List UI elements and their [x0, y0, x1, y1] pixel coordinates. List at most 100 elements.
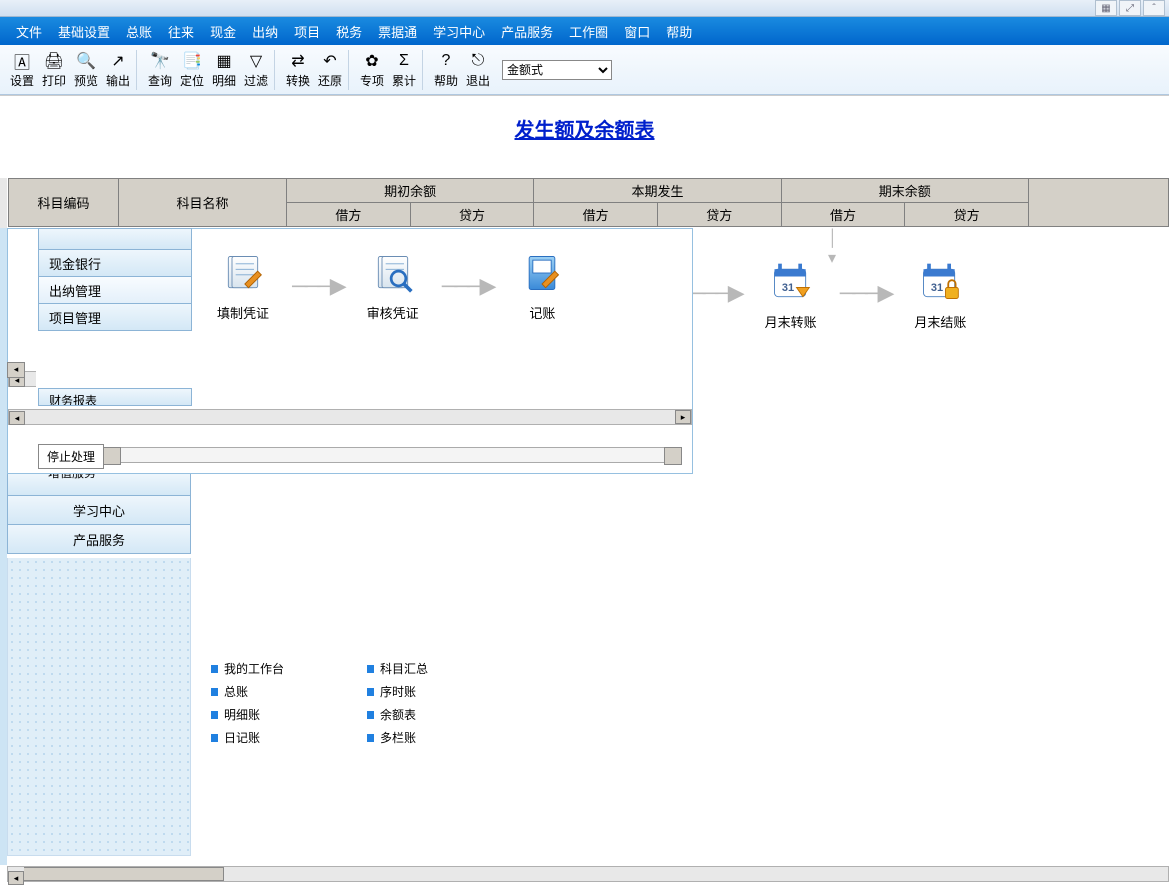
- bullet-icon: [208, 688, 218, 696]
- side-tab-cutoff[interactable]: 财务报表: [38, 388, 192, 406]
- amount-format-select[interactable]: 金额式: [502, 60, 612, 80]
- quicklink-label: 科目汇总: [380, 660, 428, 677]
- page-hscroll[interactable]: ◂: [7, 866, 1169, 882]
- grid-icon[interactable]: ▦: [1095, 0, 1117, 16]
- quicklink-label: 我的工作台: [224, 660, 284, 677]
- quicklink-多栏账[interactable]: 多栏账: [364, 729, 428, 746]
- amount-format-combo[interactable]: 金额式: [502, 59, 612, 81]
- tool-帮助[interactable]: ?帮助: [430, 47, 462, 93]
- bullet-icon: [364, 711, 374, 719]
- side-tab-项目管理[interactable]: 项目管理: [38, 303, 192, 331]
- quicklink-我的工作台[interactable]: 我的工作台: [208, 660, 284, 677]
- menu-5[interactable]: 出纳: [246, 18, 284, 45]
- scroll-thumb[interactable]: [24, 867, 224, 881]
- colgroup-opening: 期初余额: [287, 179, 534, 203]
- menu-4[interactable]: 现金: [204, 18, 242, 45]
- tool-累计[interactable]: Σ累计: [388, 47, 420, 93]
- menu-6[interactable]: 项目: [288, 18, 326, 45]
- overlay-hscroll[interactable]: ◂ ▸: [8, 409, 692, 425]
- tool-定位[interactable]: 📑定位: [176, 47, 208, 93]
- side-texture: [7, 558, 191, 856]
- tool-label: 预览: [74, 72, 98, 89]
- lower-side-学习中心[interactable]: 学习中心: [7, 495, 191, 525]
- menu-9[interactable]: 学习中心: [427, 18, 491, 45]
- menu-7[interactable]: 税务: [330, 18, 368, 45]
- workflow-overlay: 现金银行出纳管理项目管理 填制凭证───▶审核凭证───▶记账 ◂ ◂ ▸ 财务…: [7, 228, 693, 474]
- report-title-link[interactable]: 发生额及余额表: [515, 120, 655, 142]
- quicklink-label: 总账: [224, 683, 248, 700]
- menu-2[interactable]: 总账: [120, 18, 158, 45]
- lower-side-cutoff[interactable]: 增值服务: [7, 474, 191, 496]
- quick-links: 我的工作台总账明细账日记账 科目汇总序时账余额表多栏账: [208, 660, 428, 746]
- quicklink-序时账[interactable]: 序时账: [364, 683, 428, 700]
- flow-月末转账[interactable]: 月末转账: [756, 258, 826, 331]
- side-tab-blank[interactable]: [38, 228, 192, 250]
- col-subject-name: 科目名称: [119, 179, 287, 227]
- quicklink-余额表[interactable]: 余额表: [364, 706, 428, 723]
- quicklink-label: 多栏账: [380, 729, 416, 746]
- flow-填制凭证[interactable]: 填制凭证: [208, 249, 278, 322]
- quicklink-日记账[interactable]: 日记账: [208, 729, 284, 746]
- tool-退出[interactable]: ⎋退出: [462, 47, 494, 93]
- tool-输出[interactable]: ↗输出: [102, 47, 134, 93]
- tool-设置[interactable]: 🄰设置: [6, 47, 38, 93]
- quicklink-明细账[interactable]: 明细账: [208, 706, 284, 723]
- 专项-icon: ✿: [362, 51, 382, 71]
- quicklink-label: 序时账: [380, 683, 416, 700]
- quicklink-科目汇总[interactable]: 科目汇总: [364, 660, 428, 677]
- window-titlebar: ▦ ⤢ ˆ: [0, 0, 1169, 17]
- tool-label: 帮助: [434, 72, 458, 89]
- col-curr-cr: 贷方: [657, 203, 781, 227]
- menu-3[interactable]: 往来: [162, 18, 200, 45]
- menu-12[interactable]: 窗口: [618, 18, 656, 45]
- quicklink-总账[interactable]: 总账: [208, 683, 284, 700]
- main-menubar: 文件基础设置总账往来现金出纳项目税务票据通学习中心产品服务工作圈窗口帮助: [0, 17, 1169, 45]
- doc-book-icon: [518, 249, 566, 297]
- side-tab-cutoff-wrap: 财务报表: [38, 389, 192, 406]
- tool-转换[interactable]: ⇄转换: [282, 47, 314, 93]
- tool-查询[interactable]: 🔭查询: [144, 47, 176, 93]
- menu-1[interactable]: 基础设置: [52, 18, 116, 45]
- tool-label: 过滤: [244, 72, 268, 89]
- flow-记账[interactable]: 记账: [507, 249, 577, 322]
- side-tab-出纳管理[interactable]: 出纳管理: [38, 276, 192, 304]
- side-tab-现金银行[interactable]: 现金银行: [38, 249, 192, 277]
- chevron-up-icon[interactable]: ˆ: [1143, 0, 1165, 16]
- grid-header-wrap: 科目编码 科目名称 期初余额 本期发生 期末余额 借方 贷方 借方 贷方 借方 …: [8, 178, 1169, 227]
- menu-13[interactable]: 帮助: [660, 18, 698, 45]
- scroll-left-icon[interactable]: ◂: [8, 871, 24, 885]
- stop-processing-button[interactable]: 停止处理: [38, 444, 104, 469]
- outer-left-strip: [0, 228, 7, 865]
- workflow-area: 填制凭证───▶审核凭证───▶记账: [208, 249, 692, 389]
- 帮助-icon: ?: [436, 51, 456, 71]
- menu-8[interactable]: 票据通: [372, 18, 423, 45]
- main-toolbar: 🄰设置🖨打印🔍预览↗输出🔭查询📑定位▦明细▽过滤⇄转换↶还原✿专项Σ累计?帮助⎋…: [0, 45, 1169, 95]
- status-track[interactable]: [103, 447, 682, 463]
- scroll-left-tiny[interactable]: ◂: [7, 362, 25, 378]
- workflow-extension: ───▶月末转账───▶月末结账: [690, 258, 975, 331]
- lower-side-产品服务[interactable]: 产品服务: [7, 524, 191, 554]
- 定位-icon: 📑: [182, 51, 202, 71]
- menu-10[interactable]: 产品服务: [495, 18, 559, 45]
- tool-预览[interactable]: 🔍预览: [70, 47, 102, 93]
- tool-label: 定位: [180, 72, 204, 89]
- flow-审核凭证[interactable]: 审核凭证: [358, 249, 428, 322]
- tool-打印[interactable]: 🖨打印: [38, 47, 70, 93]
- bullet-icon: [208, 665, 218, 673]
- menu-11[interactable]: 工作圈: [563, 18, 614, 45]
- tool-过滤[interactable]: ▽过滤: [240, 47, 272, 93]
- tool-还原[interactable]: ↶还原: [314, 47, 346, 93]
- scroll-right-icon[interactable]: ▸: [675, 410, 691, 424]
- quicklink-label: 日记账: [224, 729, 260, 746]
- tool-明细[interactable]: ▦明细: [208, 47, 240, 93]
- quicklink-label: 余额表: [380, 706, 416, 723]
- flow-月末结账[interactable]: 月末结账: [905, 258, 975, 331]
- colgroup-closing: 期末余额: [781, 179, 1028, 203]
- menu-0[interactable]: 文件: [10, 18, 48, 45]
- expand-icon[interactable]: ⤢: [1119, 0, 1141, 16]
- flow-label: 记账: [529, 303, 555, 322]
- tool-专项[interactable]: ✿专项: [356, 47, 388, 93]
- scroll-left-icon[interactable]: ◂: [9, 411, 25, 425]
- tool-label: 设置: [10, 72, 34, 89]
- toolbar-separator: [422, 50, 428, 90]
